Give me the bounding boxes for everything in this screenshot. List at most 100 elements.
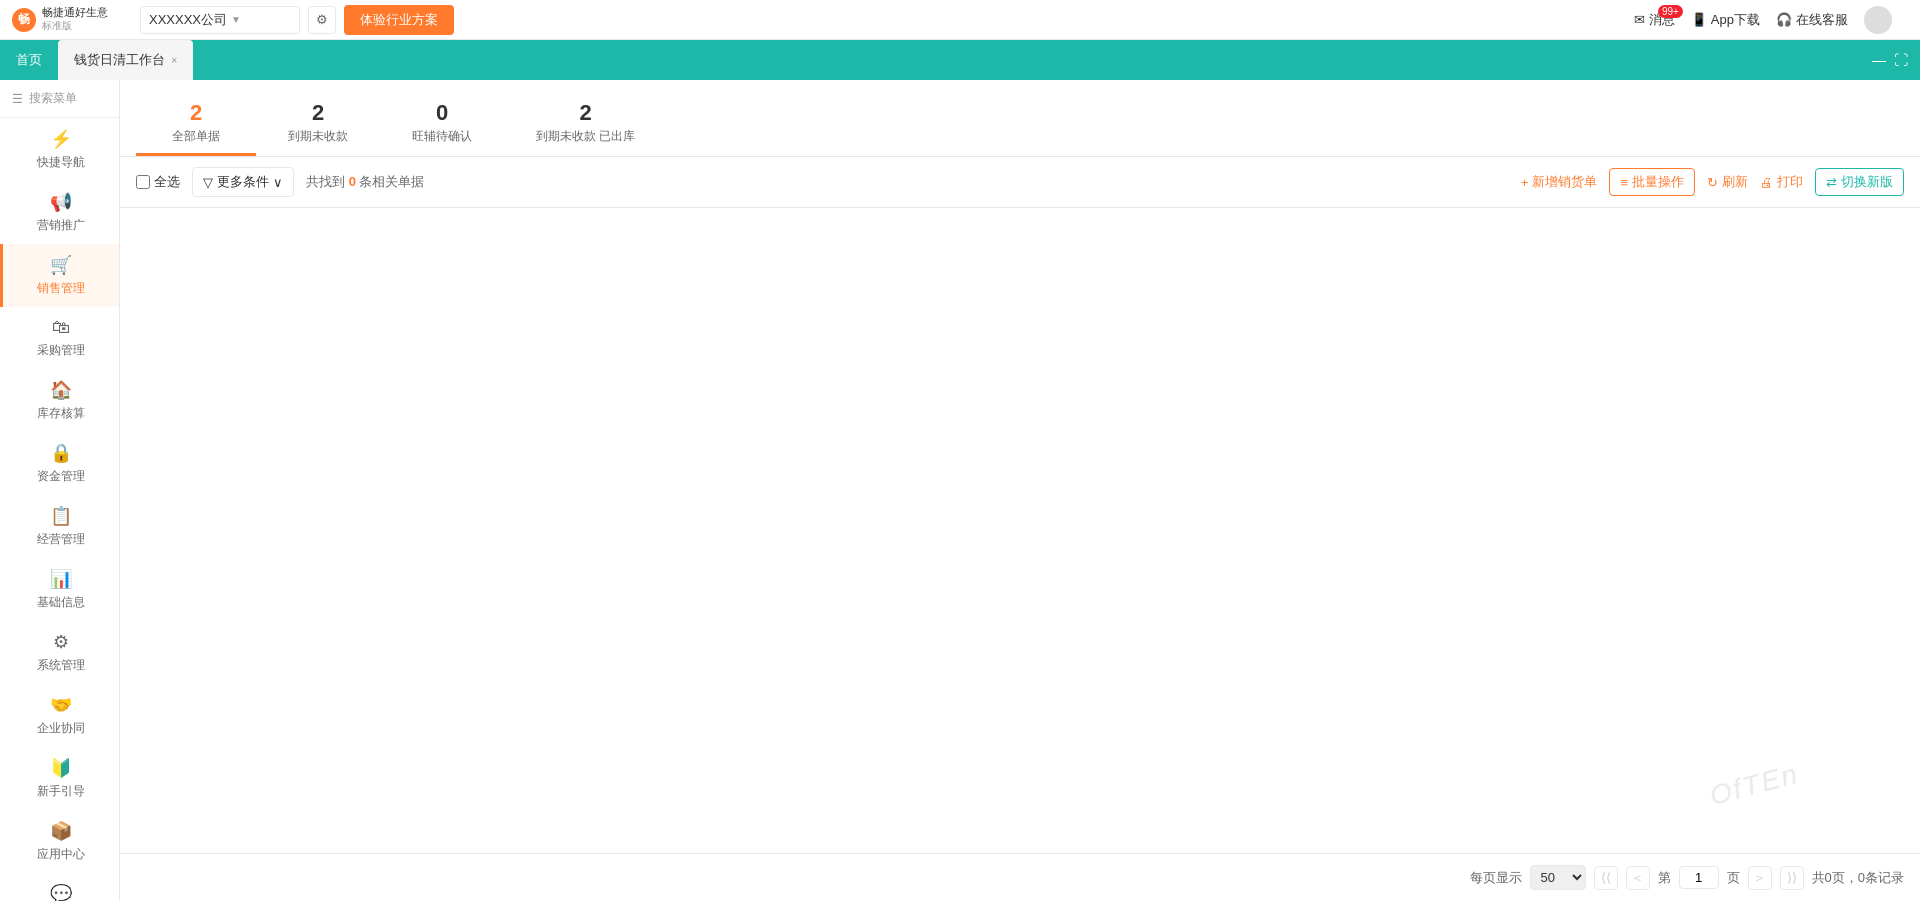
stat-label-pending-confirm: 旺辅待确认 bbox=[412, 128, 472, 145]
page-label-end: 页 bbox=[1727, 869, 1740, 887]
page-input[interactable] bbox=[1679, 866, 1719, 889]
sidebar-item-label: 库存核算 bbox=[37, 405, 85, 422]
total-info: 共0页，0条记录 bbox=[1812, 869, 1904, 887]
sidebar-item-label: 资金管理 bbox=[37, 468, 85, 485]
batch-icon: ≡ bbox=[1620, 175, 1628, 190]
select-all-checkbox[interactable] bbox=[136, 175, 150, 189]
stat-label-overdue-not-shipped: 到期未收款 已出库 bbox=[536, 128, 635, 145]
print-icon: 🖨 bbox=[1760, 175, 1773, 190]
sidebar-item-system[interactable]: ⚙ 系统管理 bbox=[0, 621, 119, 684]
wechat-icon: 💬 bbox=[50, 883, 72, 901]
service-icon: 🎧 bbox=[1776, 12, 1792, 27]
stat-label-overdue-unpaid: 到期未收款 bbox=[288, 128, 348, 145]
app-center-icon: 📦 bbox=[50, 820, 72, 842]
stat-num-all: 2 bbox=[190, 100, 202, 126]
guide-icon: 🔰 bbox=[50, 757, 72, 779]
chevron-down-icon: ▼ bbox=[231, 14, 241, 25]
workbench-tab-label: 钱货日清工作台 bbox=[74, 51, 165, 69]
stat-tab-all[interactable]: 2 全部单据 bbox=[136, 92, 256, 156]
batch-operation-button[interactable]: ≡ 批量操作 bbox=[1609, 168, 1695, 196]
app-download-button[interactable]: 📱 App下载 bbox=[1691, 11, 1760, 29]
select-all-container: 全选 bbox=[136, 173, 180, 191]
stat-tab-pending-confirm[interactable]: 0 旺辅待确认 bbox=[380, 92, 504, 156]
sidebar-item-inventory[interactable]: 🏠 库存核算 bbox=[0, 369, 119, 432]
main-layout: ☰ 搜索菜单 ⚡ 快捷导航 📢 营销推广 🛒 销售管理 🛍 采购管理 🏠 库存核… bbox=[0, 80, 1920, 901]
page-size-select[interactable]: 50 100 200 bbox=[1530, 865, 1586, 890]
sidebar-item-label: 企业协同 bbox=[37, 720, 85, 737]
sidebar-item-label: 经营管理 bbox=[37, 531, 85, 548]
stat-tab-overdue-unpaid[interactable]: 2 到期未收款 bbox=[256, 92, 380, 156]
page-label: 第 bbox=[1658, 869, 1671, 887]
sidebar-item-label: 采购管理 bbox=[37, 342, 85, 359]
stat-tab-overdue-not-shipped[interactable]: 2 到期未收款 已出库 bbox=[504, 92, 667, 156]
last-page-button[interactable]: ⟩⟩ bbox=[1780, 866, 1804, 890]
result-text: 共找到 0 条相关单据 bbox=[306, 173, 424, 191]
prev-page-button[interactable]: ＜ bbox=[1626, 866, 1650, 890]
basic-info-icon: 📊 bbox=[50, 568, 72, 590]
company-selector[interactable]: XXXXXX公司 ▼ bbox=[140, 6, 300, 34]
sidebar-item-quick-nav[interactable]: ⚡ 快捷导航 bbox=[0, 118, 119, 181]
refresh-button[interactable]: ↻ 刷新 bbox=[1707, 173, 1748, 191]
filter-button[interactable]: ▽ 更多条件 ∨ bbox=[192, 167, 294, 197]
sidebar-item-marketing[interactable]: 📢 营销推广 bbox=[0, 181, 119, 244]
sidebar-item-label: 系统管理 bbox=[37, 657, 85, 674]
user-avatar[interactable] bbox=[1864, 6, 1892, 34]
tab-workbench[interactable]: 钱货日清工作台 × bbox=[58, 40, 193, 80]
sidebar-item-enterprise[interactable]: 🤝 企业协同 bbox=[0, 684, 119, 747]
app-download-label: App下载 bbox=[1711, 11, 1760, 29]
operations-icon: 📋 bbox=[50, 505, 72, 527]
settings-button[interactable]: ⚙ bbox=[308, 6, 336, 34]
maximize-icon[interactable]: ⛶ bbox=[1894, 52, 1908, 68]
sidebar-item-label: 应用中心 bbox=[37, 846, 85, 863]
top-bar-right: ✉ 消息 99+ 📱 App下载 🎧 在线客服 bbox=[1634, 6, 1908, 34]
sidebar-item-label: 基础信息 bbox=[37, 594, 85, 611]
sidebar: ☰ 搜索菜单 ⚡ 快捷导航 📢 营销推广 🛒 销售管理 🛍 采购管理 🏠 库存核… bbox=[0, 80, 120, 901]
add-sales-order-button[interactable]: + 新增销货单 bbox=[1521, 173, 1598, 191]
sidebar-item-purchase[interactable]: 🛍 采购管理 bbox=[0, 307, 119, 369]
minimize-icon[interactable]: — bbox=[1872, 52, 1886, 68]
sidebar-search[interactable]: ☰ 搜索菜单 bbox=[0, 80, 119, 118]
add-label: 新增销货单 bbox=[1532, 173, 1597, 191]
next-page-button[interactable]: ＞ bbox=[1748, 866, 1772, 890]
sidebar-item-basic-info[interactable]: 📊 基础信息 bbox=[0, 558, 119, 621]
sidebar-item-wechat[interactable]: 💬 企业微信 bbox=[0, 873, 119, 901]
switch-version-button[interactable]: ⇄ 切换新版 bbox=[1815, 168, 1904, 196]
messages-button[interactable]: ✉ 消息 99+ bbox=[1634, 11, 1675, 29]
first-page-button[interactable]: ⟨⟨ bbox=[1594, 866, 1618, 890]
sidebar-item-guide[interactable]: 🔰 新手引导 bbox=[0, 747, 119, 810]
tab-close-icon[interactable]: × bbox=[171, 54, 177, 66]
trial-button[interactable]: 体验行业方案 bbox=[344, 5, 454, 35]
marketing-icon: 📢 bbox=[50, 191, 72, 213]
logo-text: 畅捷通好生意 标准版 bbox=[42, 6, 108, 33]
sidebar-item-sales[interactable]: 🛒 销售管理 bbox=[0, 244, 119, 307]
print-button[interactable]: 🖨 打印 bbox=[1760, 173, 1803, 191]
refresh-icon: ↻ bbox=[1707, 175, 1718, 190]
page-size-label: 每页显示 bbox=[1470, 869, 1522, 887]
sidebar-item-app-center[interactable]: 📦 应用中心 bbox=[0, 810, 119, 873]
refresh-label: 刷新 bbox=[1722, 173, 1748, 191]
switch-label: 切换新版 bbox=[1841, 173, 1893, 191]
finance-icon: 🔒 bbox=[50, 442, 72, 464]
download-icon: 📱 bbox=[1691, 12, 1707, 27]
print-label: 打印 bbox=[1777, 173, 1803, 191]
sidebar-item-finance[interactable]: 🔒 资金管理 bbox=[0, 432, 119, 495]
logo-area: 畅 畅捷通好生意 标准版 bbox=[12, 6, 132, 33]
inventory-icon: 🏠 bbox=[50, 379, 72, 401]
stat-num-pending-confirm: 0 bbox=[436, 100, 448, 126]
sidebar-item-label: 快捷导航 bbox=[37, 154, 85, 171]
company-name: XXXXXX公司 bbox=[149, 11, 227, 29]
system-icon: ⚙ bbox=[53, 631, 69, 653]
switch-icon: ⇄ bbox=[1826, 175, 1837, 190]
result-count: 0 bbox=[349, 174, 356, 189]
search-label: 搜索菜单 bbox=[29, 90, 77, 107]
tab-bar: 首页 钱货日清工作台 × — ⛶ bbox=[0, 40, 1920, 80]
sidebar-item-operations[interactable]: 📋 经营管理 bbox=[0, 495, 119, 558]
tab-home[interactable]: 首页 bbox=[0, 40, 58, 80]
sidebar-item-label: 营销推广 bbox=[37, 217, 85, 234]
select-all-label: 全选 bbox=[154, 173, 180, 191]
toolbar: 全选 ▽ 更多条件 ∨ 共找到 0 条相关单据 + 新增销货单 ≡ 批量操作 bbox=[120, 157, 1920, 208]
filter-chevron-icon: ∨ bbox=[273, 175, 283, 190]
filter-label: 更多条件 bbox=[217, 173, 269, 191]
online-service-button[interactable]: 🎧 在线客服 bbox=[1776, 11, 1848, 29]
stat-label-all: 全部单据 bbox=[172, 128, 220, 145]
